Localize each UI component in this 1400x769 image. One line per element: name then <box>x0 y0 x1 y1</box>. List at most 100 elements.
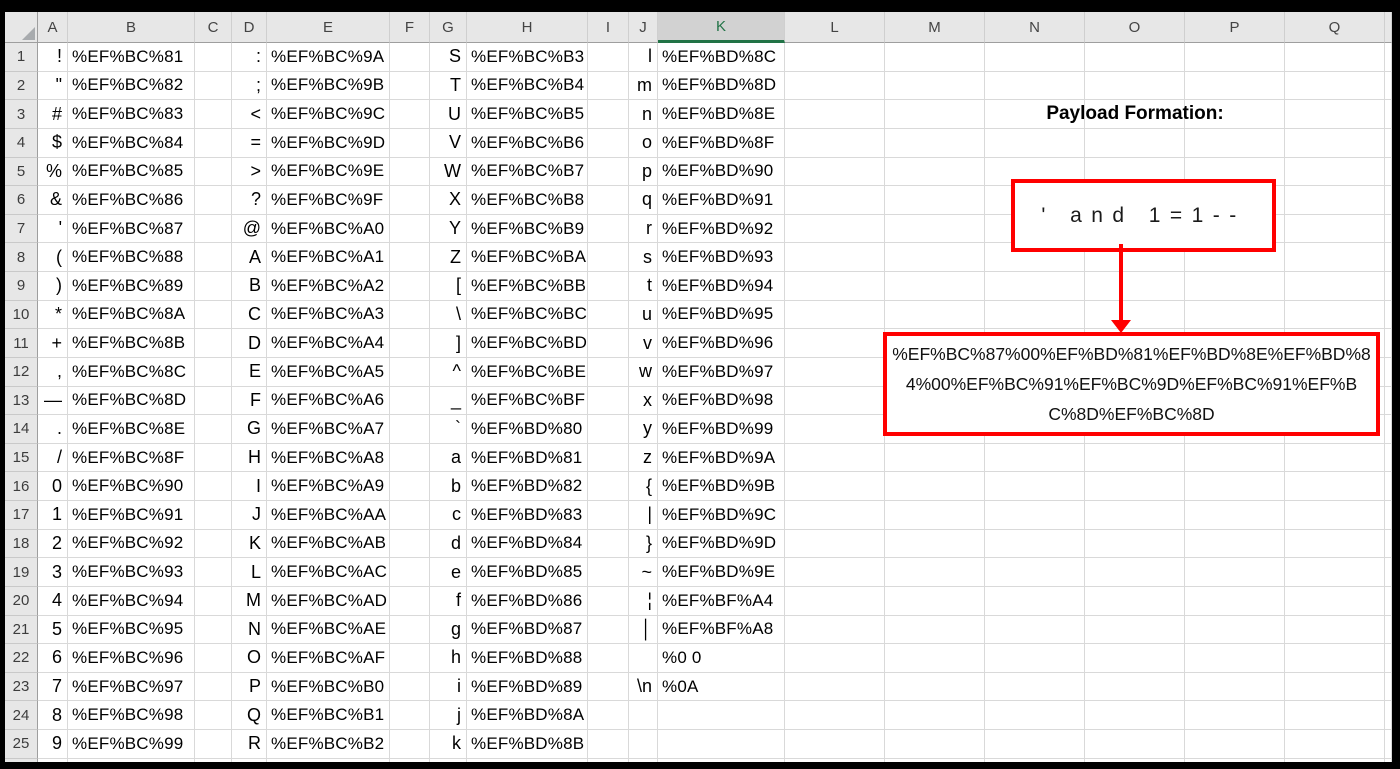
cell-empty[interactable] <box>985 501 1085 530</box>
column-header-i[interactable]: I <box>588 12 629 43</box>
cell-char[interactable]: I <box>232 472 267 501</box>
cell-empty[interactable] <box>195 100 232 129</box>
cell-empty[interactable] <box>885 730 985 759</box>
cell-empty[interactable] <box>785 615 885 645</box>
cell-empty[interactable] <box>985 472 1085 501</box>
row-header[interactable]: 3 <box>5 100 38 129</box>
cell-empty[interactable] <box>885 43 985 72</box>
cell-encoding[interactable]: %EF%BD%98 <box>658 386 785 416</box>
cell-empty[interactable] <box>195 529 232 559</box>
cell-empty[interactable] <box>195 329 232 358</box>
cell-encoding[interactable]: %EF%BD%96 <box>658 329 785 358</box>
cell-empty[interactable] <box>1085 529 1185 559</box>
cell-char[interactable]: E <box>232 357 267 387</box>
cell-char[interactable]: N <box>232 615 267 645</box>
cell-encoding[interactable]: %EF%BC%98 <box>68 701 195 730</box>
cell-char[interactable]: K <box>232 529 267 559</box>
column-header-c[interactable]: C <box>195 12 232 43</box>
cell-empty[interactable] <box>588 214 629 244</box>
cell-char[interactable]: T <box>430 71 467 101</box>
cell-empty[interactable] <box>195 300 232 330</box>
cell-empty[interactable] <box>985 730 1085 759</box>
cell-empty[interactable] <box>1185 443 1285 473</box>
row-header[interactable]: 19 <box>5 558 38 587</box>
cell-char[interactable]: r <box>629 214 658 244</box>
cell-char[interactable]: < <box>232 100 267 129</box>
row-header[interactable]: 15 <box>5 443 38 473</box>
cell-empty[interactable] <box>885 186 985 215</box>
cell-empty[interactable] <box>588 186 629 215</box>
cell-char[interactable]: — <box>38 386 68 416</box>
cell-encoding[interactable]: %EF%BD%81 <box>467 443 588 473</box>
cell-empty[interactable] <box>195 501 232 530</box>
cell-empty[interactable] <box>195 71 232 101</box>
cell-encoding[interactable]: %EF%BD%97 <box>658 357 785 387</box>
cell-empty[interactable] <box>785 329 885 358</box>
cell-char[interactable]: ] <box>430 329 467 358</box>
cell-encoding[interactable]: %EF%BD%8E <box>658 100 785 129</box>
cell-char[interactable]: g <box>430 615 467 645</box>
cell-encoding[interactable]: %EF%BF%A4 <box>658 586 785 616</box>
column-header-b[interactable]: B <box>68 12 195 43</box>
cell-encoding[interactable]: %EF%BC%95 <box>68 615 195 645</box>
cell-empty[interactable] <box>195 644 232 673</box>
cell-encoding[interactable]: %EF%BC%BD <box>467 329 588 358</box>
row-header[interactable]: 13 <box>5 386 38 416</box>
cell-encoding[interactable]: %EF%BC%94 <box>68 586 195 616</box>
cell-char[interactable]: 3 <box>38 558 68 587</box>
cell-empty[interactable] <box>588 157 629 187</box>
cell-encoding[interactable]: %EF%BC%B5 <box>467 100 588 129</box>
cell-empty[interactable] <box>985 300 1085 330</box>
cell-empty[interactable] <box>390 615 430 645</box>
cell-encoding[interactable]: %EF%BC%AB <box>267 529 390 559</box>
cell-empty[interactable] <box>985 615 1085 645</box>
cell-empty[interactable] <box>1185 558 1285 587</box>
cell-empty[interactable] <box>390 529 430 559</box>
cell-empty[interactable] <box>785 501 885 530</box>
column-header-j[interactable]: J <box>629 12 658 43</box>
cell-empty[interactable] <box>588 415 629 444</box>
cell-empty[interactable] <box>885 558 985 587</box>
cell-char[interactable]: . <box>38 415 68 444</box>
cell-encoding[interactable]: %EF%BC%81 <box>68 43 195 72</box>
row-header[interactable]: 10 <box>5 300 38 330</box>
cell-encoding[interactable]: %EF%BC%8F <box>68 443 195 473</box>
cell-char[interactable]: k <box>430 730 467 759</box>
cell-encoding[interactable]: %EF%BC%AD <box>267 586 390 616</box>
cell-empty[interactable] <box>195 701 232 730</box>
cell-char[interactable]: w <box>629 357 658 387</box>
cell-char[interactable]: ~ <box>629 558 658 587</box>
cell-empty[interactable] <box>1085 558 1185 587</box>
cell-encoding[interactable]: %EF%BC%B6 <box>467 128 588 158</box>
row-header[interactable]: 1 <box>5 43 38 72</box>
cell-char[interactable]: ^ <box>430 357 467 387</box>
cell-empty[interactable] <box>195 443 232 473</box>
cell-empty[interactable] <box>785 186 885 215</box>
cell-empty[interactable] <box>1285 672 1385 702</box>
cell-char[interactable]: > <box>232 157 267 187</box>
cell-char[interactable]: = <box>232 128 267 158</box>
cell-empty[interactable] <box>985 71 1085 101</box>
cell-encoding[interactable]: %EF%BC%8B <box>68 329 195 358</box>
cell-empty[interactable] <box>588 386 629 416</box>
cell-empty[interactable] <box>885 644 985 673</box>
row-header[interactable]: 24 <box>5 701 38 730</box>
cell-empty[interactable] <box>588 243 629 272</box>
cell-encoding[interactable]: %EF%BC%89 <box>68 272 195 301</box>
cell-empty[interactable] <box>1285 43 1385 72</box>
cell-char[interactable]: q <box>629 186 658 215</box>
cell-empty[interactable] <box>885 157 985 187</box>
cell-empty[interactable] <box>195 186 232 215</box>
column-header-p[interactable]: P <box>1185 12 1285 43</box>
cell-empty[interactable] <box>1085 128 1185 158</box>
row-header[interactable]: 9 <box>5 272 38 301</box>
cell-encoding[interactable]: %EF%BD%89 <box>467 672 588 702</box>
cell-empty[interactable] <box>785 214 885 244</box>
cell-encoding[interactable]: %EF%BD%9C <box>658 501 785 530</box>
payload-source-shape[interactable]: ' and 1=1-- <box>1011 179 1276 252</box>
cell-empty[interactable] <box>985 529 1085 559</box>
cell-char[interactable]: 4 <box>38 586 68 616</box>
cell-char[interactable]: / <box>38 443 68 473</box>
cell-char[interactable]: e <box>430 558 467 587</box>
cell-encoding[interactable]: %EF%BC%A3 <box>267 300 390 330</box>
